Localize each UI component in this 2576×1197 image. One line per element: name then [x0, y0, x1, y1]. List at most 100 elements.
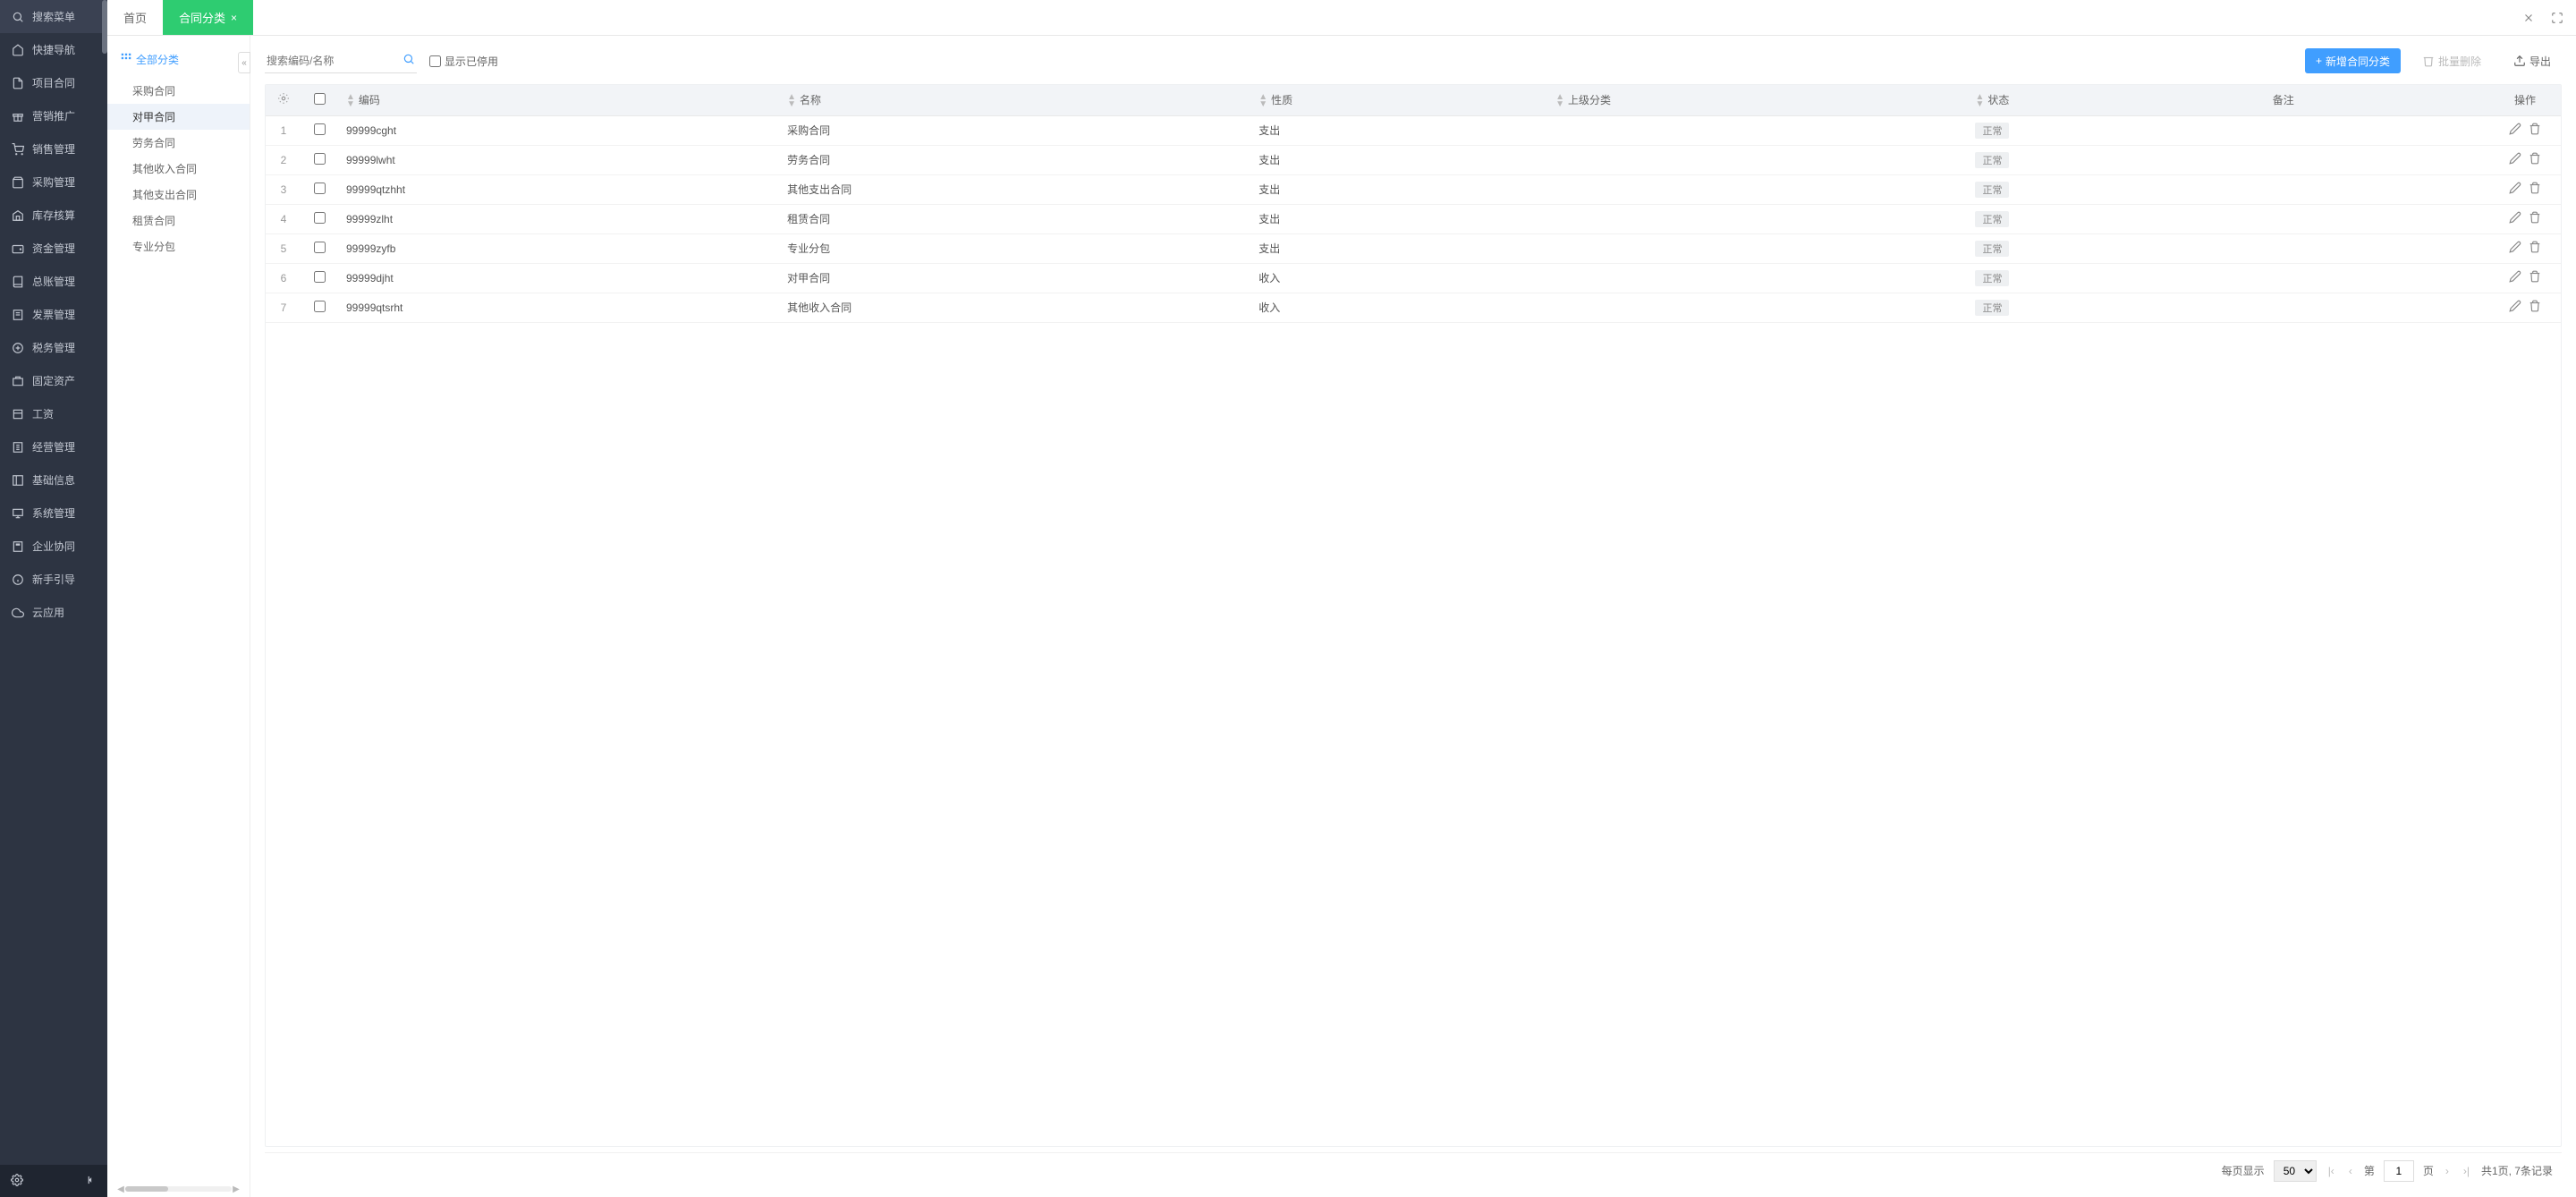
- prev-page-icon[interactable]: ‹: [2346, 1165, 2355, 1177]
- cell-status: 正常: [1966, 204, 2263, 233]
- sidebar-item-16[interactable]: 企业协同: [0, 530, 107, 563]
- sidebar-item-11[interactable]: 固定资产: [0, 364, 107, 397]
- tree-item-5[interactable]: 租赁合同: [107, 208, 250, 233]
- tree-hscroll[interactable]: ◀ ▶: [116, 1184, 241, 1193]
- row-index: 3: [266, 174, 301, 204]
- sidebar-item-label: 资金管理: [32, 241, 75, 256]
- delete-icon[interactable]: [2529, 184, 2541, 197]
- sidebar-item-18[interactable]: 云应用: [0, 596, 107, 629]
- sidebar-item-5[interactable]: 采购管理: [0, 166, 107, 199]
- col-code[interactable]: ▲▼编码: [337, 85, 778, 115]
- delete-icon[interactable]: [2529, 155, 2541, 167]
- sidebar-item-0[interactable]: 搜索菜单: [0, 0, 107, 33]
- tree-root[interactable]: 全部分类: [107, 47, 250, 72]
- delete-icon[interactable]: [2529, 125, 2541, 138]
- scroll-left-icon[interactable]: ◀: [116, 1184, 125, 1194]
- edit-icon[interactable]: [2509, 243, 2521, 256]
- cell-nature: 支出: [1250, 174, 1546, 204]
- cell-nature: 支出: [1250, 145, 1546, 174]
- edit-icon[interactable]: [2509, 155, 2521, 167]
- sidebar-item-8[interactable]: 总账管理: [0, 265, 107, 298]
- col-status[interactable]: ▲▼状态: [1966, 85, 2263, 115]
- sidebar-item-10[interactable]: 税务管理: [0, 331, 107, 364]
- delete-icon[interactable]: [2529, 243, 2541, 256]
- row-checkbox[interactable]: [314, 183, 326, 194]
- cell-parent: [1546, 204, 1966, 233]
- close-icon[interactable]: ×: [231, 12, 237, 24]
- edit-icon[interactable]: [2509, 273, 2521, 285]
- cell-code: 99999zlht: [337, 204, 778, 233]
- first-page-icon[interactable]: |‹: [2326, 1165, 2337, 1177]
- show-disabled-checkbox[interactable]: 显示已停用: [429, 54, 498, 69]
- sidebar-item-label: 固定资产: [32, 373, 75, 388]
- row-checkbox[interactable]: [314, 212, 326, 224]
- sidebar-item-15[interactable]: 系统管理: [0, 497, 107, 530]
- row-checkbox[interactable]: [314, 301, 326, 312]
- col-parent[interactable]: ▲▼上级分类: [1546, 85, 1966, 115]
- collapse-sidebar-icon[interactable]: [84, 1174, 97, 1189]
- edit-icon[interactable]: [2509, 125, 2521, 138]
- row-index: 2: [266, 145, 301, 174]
- warehouse-icon: [11, 208, 25, 223]
- sidebar-item-17[interactable]: 新手引导: [0, 563, 107, 596]
- tab-contract-category[interactable]: 合同分类 ×: [163, 0, 253, 35]
- page-input[interactable]: [2384, 1160, 2414, 1182]
- search-input[interactable]: [265, 48, 417, 73]
- page-prefix: 第: [2364, 1163, 2375, 1178]
- tree-item-2[interactable]: 劳务合同: [107, 130, 250, 156]
- sidebar-item-12[interactable]: 工资: [0, 397, 107, 430]
- sidebar-item-9[interactable]: 发票管理: [0, 298, 107, 331]
- row-checkbox[interactable]: [314, 153, 326, 165]
- sidebar: 搜索菜单快捷导航项目合同营销推广销售管理采购管理库存核算资金管理总账管理发票管理…: [0, 0, 107, 1197]
- sidebar-item-3[interactable]: 营销推广: [0, 99, 107, 132]
- per-page-select[interactable]: 50: [2274, 1160, 2317, 1182]
- tree-item-3[interactable]: 其他收入合同: [107, 156, 250, 182]
- sidebar-item-4[interactable]: 销售管理: [0, 132, 107, 166]
- add-category-button[interactable]: + 新增合同分类: [2305, 48, 2401, 73]
- sidebar-item-7[interactable]: 资金管理: [0, 232, 107, 265]
- tree-item-1[interactable]: 对甲合同: [107, 104, 250, 130]
- fullscreen-icon[interactable]: [2547, 8, 2567, 28]
- row-checkbox[interactable]: [314, 271, 326, 283]
- cell-parent: [1546, 115, 1966, 145]
- edit-icon[interactable]: [2509, 302, 2521, 315]
- show-disabled-label: 显示已停用: [445, 54, 498, 69]
- biz-icon: [11, 440, 25, 454]
- tree-item-0[interactable]: 采购合同: [107, 78, 250, 104]
- cell-nature: 支出: [1250, 204, 1546, 233]
- select-all-checkbox[interactable]: [314, 93, 326, 105]
- cell-remark: [2264, 145, 2489, 174]
- tab-home[interactable]: 首页: [107, 0, 163, 35]
- cell-code: 99999lwht: [337, 145, 778, 174]
- collapse-tree-icon[interactable]: «: [238, 52, 250, 73]
- tree-item-4[interactable]: 其他支出合同: [107, 182, 250, 208]
- col-name[interactable]: ▲▼名称: [778, 85, 1250, 115]
- sidebar-item-2[interactable]: 项目合同: [0, 66, 107, 99]
- row-checkbox[interactable]: [314, 123, 326, 135]
- close-all-tabs-icon[interactable]: [2519, 8, 2538, 28]
- settings-icon[interactable]: [11, 1174, 23, 1189]
- col-settings[interactable]: [266, 85, 301, 115]
- sidebar-item-label: 税务管理: [32, 340, 75, 355]
- guide-icon: [11, 573, 25, 587]
- delete-icon[interactable]: [2529, 273, 2541, 285]
- export-button[interactable]: 导出: [2503, 48, 2562, 73]
- col-nature[interactable]: ▲▼性质: [1250, 85, 1546, 115]
- delete-icon[interactable]: [2529, 214, 2541, 226]
- row-checkbox[interactable]: [314, 242, 326, 253]
- cell-name: 专业分包: [778, 233, 1250, 263]
- sidebar-item-1[interactable]: 快捷导航: [0, 33, 107, 66]
- edit-icon[interactable]: [2509, 184, 2521, 197]
- delete-icon[interactable]: [2529, 302, 2541, 315]
- tree-item-6[interactable]: 专业分包: [107, 233, 250, 259]
- next-page-icon[interactable]: ›: [2443, 1165, 2452, 1177]
- sidebar-item-6[interactable]: 库存核算: [0, 199, 107, 232]
- book-icon: [11, 275, 25, 289]
- edit-icon[interactable]: [2509, 214, 2521, 226]
- sidebar-item-13[interactable]: 经营管理: [0, 430, 107, 463]
- file-icon: [11, 76, 25, 90]
- sidebar-item-14[interactable]: 基础信息: [0, 463, 107, 497]
- last-page-icon[interactable]: ›|: [2461, 1165, 2472, 1177]
- scroll-right-icon[interactable]: ▶: [232, 1184, 241, 1194]
- search-icon[interactable]: [402, 53, 415, 68]
